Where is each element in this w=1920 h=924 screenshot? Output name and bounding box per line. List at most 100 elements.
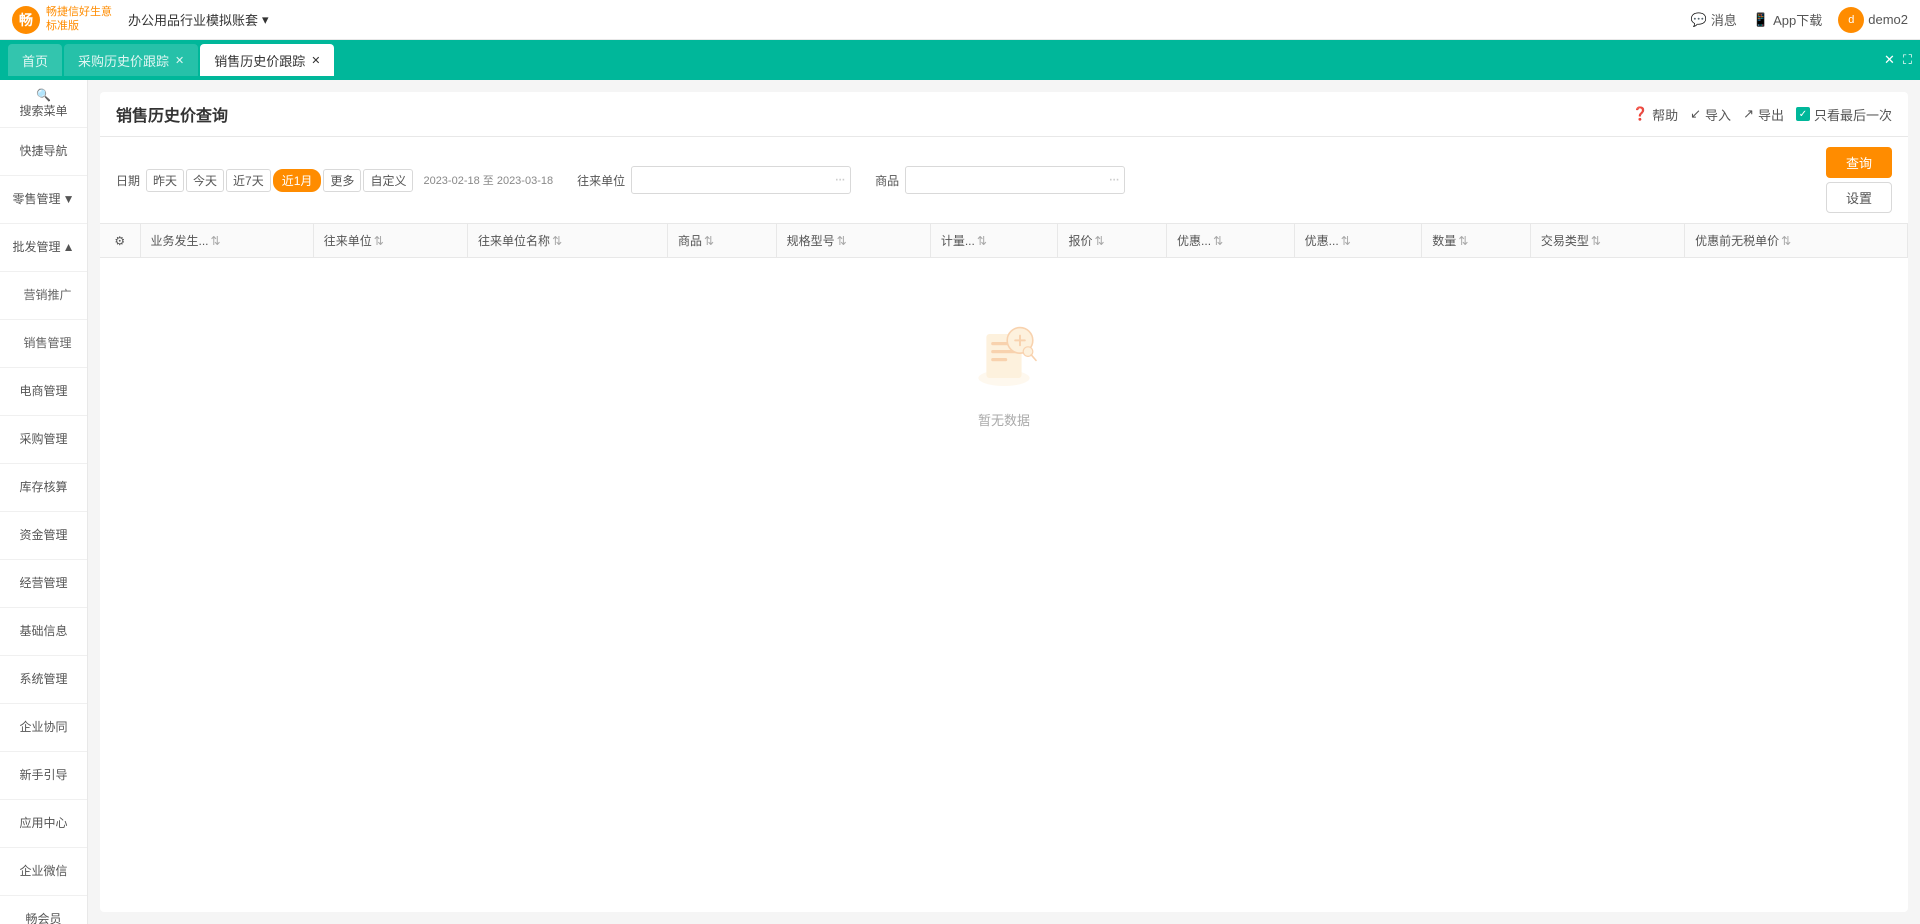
- sort-arrows-partnername: ⇅: [552, 234, 562, 248]
- sidebar-item-search[interactable]: 🔍 搜索菜单: [0, 80, 87, 128]
- sidebar-item-wechat[interactable]: 企业微信: [0, 848, 87, 896]
- sidebar-item-enterprise[interactable]: 企业协同: [0, 704, 87, 752]
- col-biz-date[interactable]: 业务发生...⇅: [140, 224, 313, 258]
- sidebar-item-ecommerce[interactable]: 电商管理: [0, 368, 87, 416]
- settings-icon: ⚙: [114, 234, 125, 248]
- sidebar-item-purchase[interactable]: 采购管理: [0, 416, 87, 464]
- only-last-checkbox-label[interactable]: ✓ 只看最后一次: [1796, 105, 1892, 124]
- main-layout: 🔍 搜索菜单 快捷导航 零售管理 ▼ 批发管理 ▲ 营销推广 销售管理 电商管理…: [0, 80, 1920, 924]
- col-quantity[interactable]: 数量⇅: [1422, 224, 1531, 258]
- app-download-button[interactable]: 📱 App下载: [1753, 10, 1822, 29]
- table-area: ⚙ 业务发生...⇅ 往来单位⇅ 往来单位名称⇅: [100, 224, 1908, 912]
- help-icon: ❓: [1632, 106, 1648, 122]
- sidebar: 🔍 搜索菜单 快捷导航 零售管理 ▼ 批发管理 ▲ 营销推广 销售管理 电商管理…: [0, 80, 88, 924]
- sort-arrows-unit: ⇅: [977, 234, 987, 248]
- col-partner-name[interactable]: 往来单位名称⇅: [468, 224, 668, 258]
- empty-state: 暂无数据: [100, 258, 1908, 489]
- query-button[interactable]: 查询: [1826, 147, 1892, 178]
- only-last-checkbox[interactable]: ✓: [1796, 107, 1810, 121]
- date-btn-custom[interactable]: 自定义: [363, 169, 413, 192]
- tab-purchase-close-icon[interactable]: ✕: [175, 54, 184, 67]
- col-quote[interactable]: 报价⇅: [1058, 224, 1167, 258]
- tab-purchase-history[interactable]: 采购历史价跟踪 ✕: [64, 44, 198, 76]
- col-partner-id[interactable]: 往来单位⇅: [313, 224, 467, 258]
- page-header-actions: ❓ 帮助 ↙ 导入 ↗ 导出 ✓ 只看最后一次: [1632, 105, 1892, 124]
- import-button[interactable]: ↙ 导入: [1690, 105, 1731, 124]
- message-button[interactable]: 💬 消息: [1691, 10, 1737, 29]
- sidebar-item-operations[interactable]: 经营管理: [0, 560, 87, 608]
- date-filter-group: 日期 昨天 今天 近7天 近1月 更多 自定义 2023-02-18 至 202…: [116, 169, 553, 192]
- top-bar-right: 💬 消息 📱 App下载 d demo2: [1691, 7, 1908, 33]
- col-pretax-price[interactable]: 优惠前无税单价⇅: [1685, 224, 1908, 258]
- user-menu-button[interactable]: d demo2: [1838, 7, 1908, 33]
- table-header: ⚙ 业务发生...⇅ 往来单位⇅ 往来单位名称⇅: [100, 224, 1908, 258]
- col-unit[interactable]: 计量...⇅: [930, 224, 1058, 258]
- sidebar-item-wholesale[interactable]: 批发管理 ▲: [0, 224, 87, 272]
- sort-arrows-quote: ⇅: [1094, 234, 1104, 248]
- date-btn-1month[interactable]: 近1月: [273, 169, 322, 192]
- sort-arrows-qty: ⇅: [1458, 234, 1468, 248]
- sidebar-item-system[interactable]: 系统管理: [0, 656, 87, 704]
- export-icon: ↗: [1743, 106, 1754, 122]
- product-filter-group: 商品 ···: [875, 166, 1125, 194]
- logo-area: 畅 畅捷信好生意 标准版: [12, 6, 112, 34]
- settings-button[interactable]: 设置: [1826, 182, 1892, 213]
- product-filter-label: 商品: [875, 172, 899, 189]
- date-btn-today[interactable]: 今天: [186, 169, 224, 192]
- date-btn-yesterday[interactable]: 昨天: [146, 169, 184, 192]
- sidebar-item-quicknav[interactable]: 快捷导航: [0, 128, 87, 176]
- sidebar-item-inventory[interactable]: 库存核算: [0, 464, 87, 512]
- sidebar-item-finance[interactable]: 资金管理: [0, 512, 87, 560]
- sidebar-item-appstore[interactable]: 应用中心: [0, 800, 87, 848]
- partner-filter-group: 往来单位 ···: [577, 166, 851, 194]
- sort-arrows-disc2: ⇅: [1341, 234, 1351, 248]
- tab-maximize-icon[interactable]: ⛶: [1903, 52, 1912, 68]
- date-btn-more[interactable]: 更多: [323, 169, 361, 192]
- partner-dots-icon: ···: [834, 171, 844, 189]
- tab-home[interactable]: 首页: [8, 44, 62, 76]
- chevron-down-icon: ▾: [262, 12, 269, 28]
- tab-sales-close-icon[interactable]: ✕: [311, 54, 320, 67]
- empty-state-text: 暂无数据: [978, 410, 1030, 429]
- sidebar-item-onboarding[interactable]: 新手引导: [0, 752, 87, 800]
- col-settings[interactable]: ⚙: [100, 224, 140, 258]
- sort-arrows-tradetype: ⇅: [1591, 234, 1601, 248]
- export-button[interactable]: ↗ 导出: [1743, 105, 1784, 124]
- search-icon: 🔍: [36, 88, 51, 104]
- col-spec[interactable]: 规格型号⇅: [776, 224, 930, 258]
- tab-bar: 首页 采购历史价跟踪 ✕ 销售历史价跟踪 ✕ ✕ ⛶: [0, 40, 1920, 80]
- top-bar-left: 畅 畅捷信好生意 标准版 办公用品行业模拟账套 ▾: [12, 6, 277, 34]
- help-button[interactable]: ❓ 帮助: [1632, 105, 1678, 124]
- sidebar-item-sales[interactable]: 销售管理: [0, 320, 87, 368]
- sort-arrows-pretax: ⇅: [1781, 234, 1791, 248]
- tab-bar-actions: ✕ ⛶: [1884, 52, 1912, 68]
- tab-sales-history[interactable]: 销售历史价跟踪 ✕: [200, 44, 334, 76]
- tab-close-all-icon[interactable]: ✕: [1884, 52, 1895, 68]
- col-trade-type[interactable]: 交易类型⇅: [1530, 224, 1684, 258]
- filter-row-1: 日期 昨天 今天 近7天 近1月 更多 自定义 2023-02-18 至 202…: [116, 147, 1892, 213]
- sort-arrows-disc1: ⇅: [1213, 234, 1223, 248]
- partner-input[interactable]: [638, 173, 830, 187]
- content-area: 销售历史价查询 ❓ 帮助 ↙ 导入 ↗ 导出 ✓: [88, 80, 1920, 924]
- download-icon: 📱: [1753, 12, 1769, 28]
- product-field-wrap[interactable]: ···: [905, 166, 1125, 194]
- partner-field-wrap[interactable]: ···: [631, 166, 851, 194]
- sidebar-item-retail[interactable]: 零售管理 ▼: [0, 176, 87, 224]
- sidebar-item-marketing[interactable]: 营销推广: [0, 272, 87, 320]
- col-discount2[interactable]: 优惠...⇅: [1294, 224, 1422, 258]
- date-filter-label: 日期: [116, 172, 140, 189]
- col-product[interactable]: 商品⇅: [667, 224, 776, 258]
- empty-state-icon: [964, 318, 1044, 398]
- sidebar-item-basics[interactable]: 基础信息: [0, 608, 87, 656]
- chevron-up-icon: ▲: [63, 240, 75, 256]
- product-input[interactable]: [912, 173, 1104, 187]
- col-discount1[interactable]: 优惠...⇅: [1167, 224, 1295, 258]
- app-selector-button[interactable]: 办公用品行业模拟账套 ▾: [120, 6, 277, 33]
- sidebar-item-membership[interactable]: 畅会员: [0, 896, 87, 924]
- filter-bar: 日期 昨天 今天 近7天 近1月 更多 自定义 2023-02-18 至 202…: [100, 137, 1908, 224]
- date-range-display: 2023-02-18 至 2023-03-18: [423, 172, 553, 188]
- message-icon: 💬: [1691, 12, 1707, 28]
- sort-arrows-product: ⇅: [704, 234, 714, 248]
- date-btn-7days[interactable]: 近7天: [226, 169, 271, 192]
- results-table: ⚙ 业务发生...⇅ 往来单位⇅ 往来单位名称⇅: [100, 224, 1908, 258]
